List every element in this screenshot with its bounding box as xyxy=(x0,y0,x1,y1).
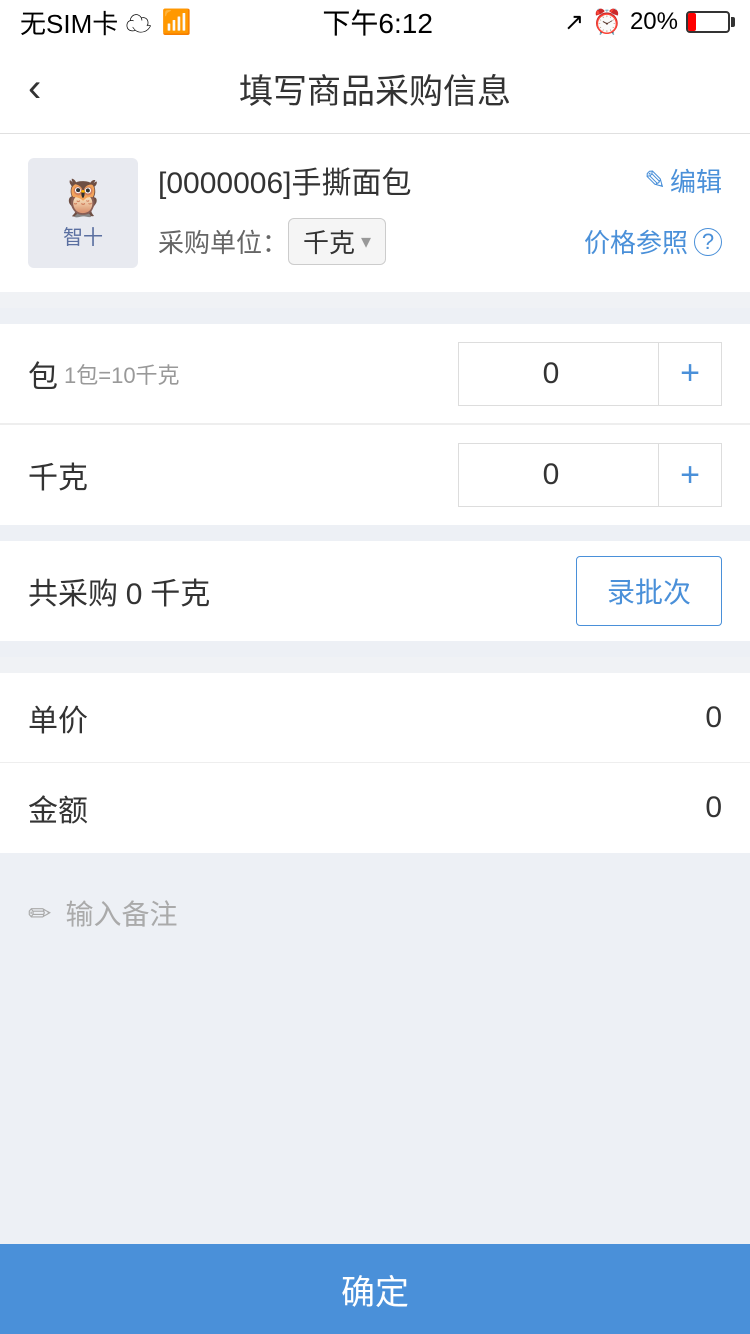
amount-label: 金额 xyxy=(28,786,88,830)
page-title: 填写商品采购信息 xyxy=(239,64,511,113)
unit-label: 采购单位： xyxy=(158,223,288,260)
note-section[interactable]: ✏ 输入备注 xyxy=(0,853,750,973)
bag-input-row: 包 1包=10千克 + xyxy=(0,324,750,424)
price-row: 单价 0 xyxy=(0,673,750,763)
price-ref-label: 价格参照 xyxy=(584,223,688,260)
amount-row: 金额 0 xyxy=(0,763,750,853)
brand-label: 智十 xyxy=(63,221,103,250)
divider-1 xyxy=(0,308,750,324)
status-right: ↗ ⏰ 20% xyxy=(564,8,730,37)
product-top: 🦉 智十 [0000006]手撕面包 ✎ 编辑 采购单位： 千克 ▾ xyxy=(28,158,722,268)
product-name-row: [0000006]手撕面包 ✎ 编辑 xyxy=(158,158,722,202)
product-unit-row: 采购单位： 千克 ▾ 价格参照 ? xyxy=(158,218,722,265)
alarm-icon: ⏰ xyxy=(592,8,622,37)
product-info: [0000006]手撕面包 ✎ 编辑 采购单位： 千克 ▾ 价格参照 ? xyxy=(158,158,722,265)
bag-input-right: + xyxy=(458,342,722,406)
unit-container: 采购单位： 千克 ▾ xyxy=(158,218,386,265)
question-icon: ? xyxy=(694,228,722,256)
battery-icon xyxy=(686,11,730,33)
total-value: 0 xyxy=(126,578,143,611)
kg-input-right: + xyxy=(458,443,722,507)
bag-sublabel: 1包=10千克 xyxy=(64,358,180,390)
edit-label: 编辑 xyxy=(670,162,722,199)
info-section: 单价 0 金额 0 xyxy=(0,673,750,853)
sim-label: 无SIM卡 ☁ xyxy=(20,4,151,41)
unit-value: 千克 xyxy=(303,223,355,260)
kg-input-row: 千克 + xyxy=(0,425,750,525)
pencil-icon: ✏ xyxy=(28,897,51,930)
total-text-container: 共采购 0 千克 xyxy=(28,569,210,613)
wifi-icon: 📶 xyxy=(161,8,191,37)
product-image: 🦉 智十 xyxy=(28,158,138,268)
price-ref-link[interactable]: 价格参照 ? xyxy=(584,223,722,260)
confirm-button-label: 确定 xyxy=(341,1265,409,1314)
total-section: 共采购 0 千克 录批次 xyxy=(0,541,750,641)
note-placeholder: 输入备注 xyxy=(65,893,177,933)
brand-icon: 🦉 xyxy=(61,177,106,219)
product-card: 🦉 智十 [0000006]手撕面包 ✎ 编辑 采购单位： 千克 ▾ xyxy=(0,134,750,292)
status-left: 无SIM卡 ☁ 📶 xyxy=(20,4,191,41)
battery-percent: 20% xyxy=(630,8,678,36)
kg-input[interactable] xyxy=(458,443,658,507)
batch-button[interactable]: 录批次 xyxy=(576,556,722,626)
edit-icon: ✎ xyxy=(644,165,666,196)
bag-input[interactable] xyxy=(458,342,658,406)
confirm-button[interactable]: 确定 xyxy=(0,1244,750,1334)
kg-label: 千克 xyxy=(28,453,88,497)
status-bar: 无SIM卡 ☁ 📶 下午6:12 ↗ ⏰ 20% xyxy=(0,0,750,44)
amount-value: 0 xyxy=(705,791,722,825)
price-label: 单价 xyxy=(28,696,88,740)
product-name: [0000006]手撕面包 xyxy=(158,158,411,202)
back-button[interactable]: ‹ xyxy=(28,66,41,111)
total-suffix: 千克 xyxy=(150,578,210,611)
location-icon: ↗ xyxy=(564,8,584,37)
unit-select[interactable]: 千克 ▾ xyxy=(288,218,386,265)
status-time: 下午6:12 xyxy=(322,2,433,42)
chevron-down-icon: ▾ xyxy=(361,229,371,254)
divider-3 xyxy=(0,641,750,657)
edit-link[interactable]: ✎ 编辑 xyxy=(644,162,722,199)
kg-plus-button[interactable]: + xyxy=(658,443,722,507)
price-value: 0 xyxy=(705,701,722,735)
bag-label: 包 xyxy=(28,352,58,396)
nav-bar: ‹ 填写商品采购信息 xyxy=(0,44,750,134)
total-prefix: 共采购 xyxy=(28,578,118,611)
divider-2 xyxy=(0,525,750,541)
bag-plus-button[interactable]: + xyxy=(658,342,722,406)
input-section: 包 1包=10千克 + 千克 + xyxy=(0,324,750,525)
